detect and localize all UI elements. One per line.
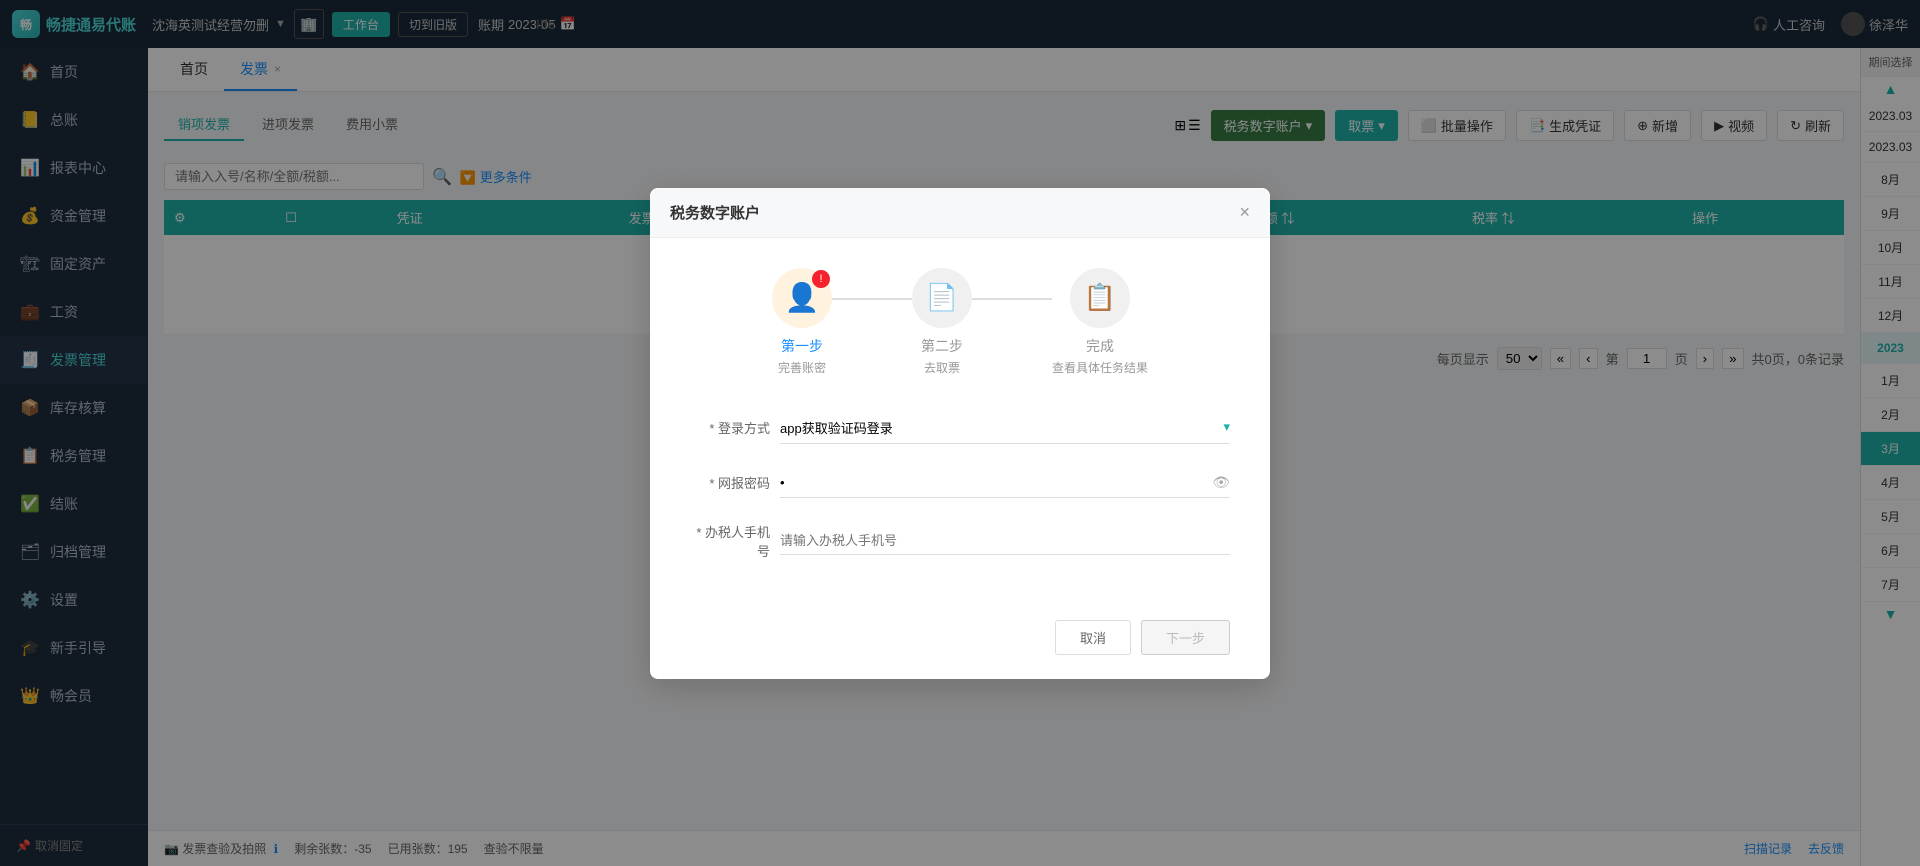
step3-clipboard-icon: 📋 [1084, 282, 1116, 313]
modal-close-btn[interactable]: × [1239, 202, 1250, 223]
modal: 税务数字账户 × 👤 ! 第一步 完善账密 [650, 188, 1270, 679]
phone-input-wrap [780, 527, 1230, 555]
step2-doc-icon: 📄 [926, 282, 958, 313]
modal-body: 👤 ! 第一步 完善账密 📄 第二步 去取票 [650, 238, 1270, 604]
password-label: * 网报密码 [690, 473, 780, 492]
password-input-wrap: 👁 [780, 468, 1230, 498]
step2-label: 第二步 [921, 336, 963, 356]
steps: 👤 ! 第一步 完善账密 📄 第二步 去取票 [690, 268, 1230, 376]
toggle-password-icon[interactable]: 👁 [1212, 474, 1230, 491]
step1-avatar-icon: 👤 [785, 281, 820, 314]
modal-title: 税务数字账户 [670, 202, 760, 223]
step2-desc: 去取票 [924, 359, 960, 376]
phone-field: * 办税人手机号 [690, 522, 1230, 560]
step2-icon-wrap: 📄 [912, 268, 972, 328]
step1-icon-wrap: 👤 ! [772, 268, 832, 328]
next-btn[interactable]: 下一步 [1141, 620, 1230, 655]
login-method-control: app获取验证码登录 ▾ [780, 412, 1230, 444]
step3-desc: 查看具体任务结果 [1052, 359, 1148, 376]
phone-input[interactable] [780, 533, 1230, 548]
step-connector-2 [972, 298, 1052, 300]
step1-error-badge: ! [812, 270, 830, 288]
step1-desc: 完善账密 [778, 359, 826, 376]
login-method-select[interactable]: app获取验证码登录 ▾ [780, 412, 1230, 444]
modal-overlay[interactable]: 税务数字账户 × 👤 ! 第一步 完善账密 [0, 0, 1920, 866]
step1-label: 第一步 [781, 336, 823, 356]
step3-label: 完成 [1086, 336, 1114, 356]
modal-header: 税务数字账户 × [650, 188, 1270, 238]
select-dropdown-icon: ▾ [1223, 419, 1230, 435]
phone-control [780, 527, 1230, 555]
step3-icon-wrap: 📋 [1070, 268, 1130, 328]
step-1: 👤 ! 第一步 完善账密 [772, 268, 832, 376]
phone-label: * 办税人手机号 [690, 522, 780, 560]
cancel-btn[interactable]: 取消 [1055, 620, 1131, 655]
password-input[interactable] [780, 475, 1206, 490]
login-method-label: * 登录方式 [690, 418, 780, 437]
password-control: 👁 [780, 468, 1230, 498]
modal-footer: 取消 下一步 [650, 604, 1270, 679]
step-3: 📋 完成 查看具体任务结果 [1052, 268, 1148, 376]
login-method-field: * 登录方式 app获取验证码登录 ▾ [690, 412, 1230, 444]
password-field: * 网报密码 👁 [690, 468, 1230, 498]
step-2: 📄 第二步 去取票 [912, 268, 972, 376]
step-connector-1 [832, 298, 912, 300]
